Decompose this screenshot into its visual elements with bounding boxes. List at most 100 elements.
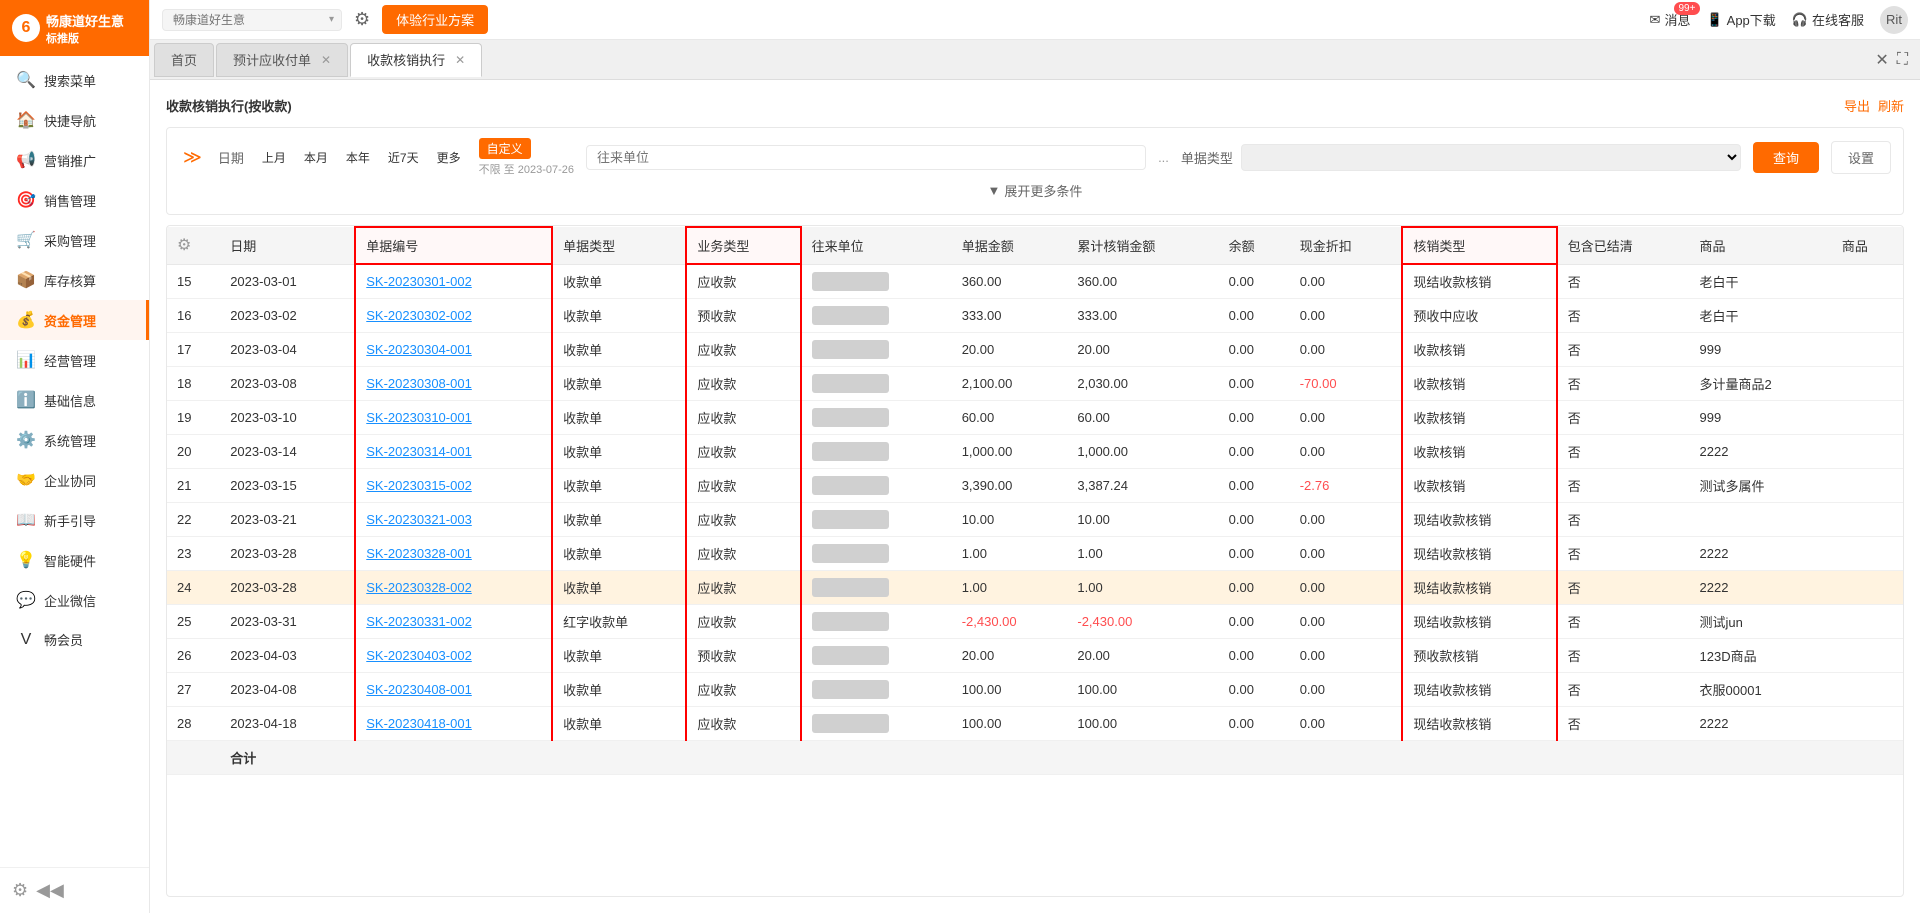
bill-code-link[interactable]: SK-20230403-002 bbox=[366, 648, 472, 663]
table-cell[interactable]: SK-20230321-003 bbox=[355, 503, 552, 537]
tab-close-btn[interactable]: ✕ bbox=[1875, 50, 1888, 70]
table-cell[interactable]: SK-20230328-001 bbox=[355, 537, 552, 571]
sidebar-item-basic[interactable]: ℹ️基础信息 bbox=[0, 380, 149, 420]
bill-code-link[interactable]: SK-20230331-002 bbox=[366, 614, 472, 629]
message-btn[interactable]: ✉ 消息 99+ bbox=[1650, 10, 1691, 29]
bill-code-link[interactable]: SK-20230328-002 bbox=[366, 580, 472, 595]
table-cell: 3,387.24 bbox=[1067, 469, 1218, 503]
table-cell: 收款单 bbox=[552, 503, 686, 537]
sidebar-item-member[interactable]: V畅会员 bbox=[0, 620, 149, 659]
query-btn[interactable]: 查询 bbox=[1753, 142, 1819, 173]
user-avatar[interactable]: Rit bbox=[1880, 6, 1908, 34]
bill-code-link[interactable]: SK-20230310-001 bbox=[366, 410, 472, 425]
tab-expand-btn[interactable]: ⛶ bbox=[1897, 51, 1908, 69]
table-cell: -2.76 bbox=[1290, 469, 1403, 503]
sidebar-item-label: 智能硬件 bbox=[44, 551, 96, 570]
tab-close-collection[interactable]: ✕ bbox=[455, 53, 465, 67]
refresh-btn[interactable]: 刷新 bbox=[1878, 96, 1904, 115]
table-cell[interactable]: SK-20230315-002 bbox=[355, 469, 552, 503]
table-cell[interactable]: SK-20230302-002 bbox=[355, 299, 552, 333]
bill-code-link[interactable]: SK-20230315-002 bbox=[366, 478, 472, 493]
sidebar-item-guide[interactable]: 📖新手引导 bbox=[0, 500, 149, 540]
table-cell[interactable]: SK-20230328-002 bbox=[355, 571, 552, 605]
solution-btn[interactable]: 体验行业方案 bbox=[382, 5, 488, 34]
sidebar-item-operation[interactable]: 📊经营管理 bbox=[0, 340, 149, 380]
table-cell[interactable]: SK-20230310-001 bbox=[355, 401, 552, 435]
table-cell[interactable]: SK-20230408-001 bbox=[355, 673, 552, 707]
tab-collection[interactable]: 收款核销执行✕ bbox=[350, 43, 482, 77]
sidebar-item-system[interactable]: ⚙️系统管理 bbox=[0, 420, 149, 460]
table-cell: 16 bbox=[167, 299, 220, 333]
bill-code-link[interactable]: SK-20230408-001 bbox=[366, 682, 472, 697]
table-cell[interactable]: SK-20230304-001 bbox=[355, 333, 552, 367]
filter-expand-icon[interactable]: ≫ bbox=[179, 147, 206, 168]
table-cell[interactable]: SK-20230308-001 bbox=[355, 367, 552, 401]
inventory-icon: 📦 bbox=[16, 270, 36, 290]
table-cell: 60.00 bbox=[952, 401, 1068, 435]
table-cell: 0.00 bbox=[1290, 707, 1403, 741]
bill-code-link[interactable]: SK-20230418-001 bbox=[366, 716, 472, 731]
expand-conditions-btn[interactable]: ▼ 展开更多条件 bbox=[988, 181, 1083, 200]
table-cell: 1.00 bbox=[1067, 537, 1218, 571]
table-cell: 2222 bbox=[1690, 537, 1832, 571]
table-cell[interactable]: SK-20230418-001 bbox=[355, 707, 552, 741]
footer-cell: 合计 bbox=[220, 741, 355, 775]
table-cell: 2023-04-08 bbox=[220, 673, 355, 707]
col-gear-icon[interactable]: ⚙ bbox=[177, 237, 191, 254]
table-cell: 2023-03-04 bbox=[220, 333, 355, 367]
sidebar-item-hardware[interactable]: 💡智能硬件 bbox=[0, 540, 149, 580]
table-cell: -70.00 bbox=[1290, 367, 1403, 401]
finance-icon: 💰 bbox=[16, 310, 36, 330]
table-cell: 2023-03-21 bbox=[220, 503, 355, 537]
app-download-btn[interactable]: 📱 App下载 bbox=[1706, 10, 1775, 29]
sidebar-item-corp[interactable]: 🤝企业协同 bbox=[0, 460, 149, 500]
table-cell[interactable]: SK-20230301-002 bbox=[355, 264, 552, 299]
date-custom-btn[interactable]: 自定义 bbox=[479, 138, 531, 159]
col-header-11: 包含已结清 bbox=[1557, 227, 1690, 264]
filter-setting-btn[interactable]: 设置 bbox=[1831, 141, 1891, 174]
bill-code-link[interactable]: SK-20230328-001 bbox=[366, 546, 472, 561]
sidebar-item-sales[interactable]: 🎯销售管理 bbox=[0, 180, 149, 220]
settings-icon[interactable]: ⚙ bbox=[12, 880, 28, 901]
table-cell: -2,430.00 bbox=[1067, 605, 1218, 639]
unit-input[interactable] bbox=[586, 145, 1146, 170]
blurred-unit: ████ bbox=[812, 612, 889, 631]
date-option-btn[interactable]: 近7天 bbox=[382, 147, 425, 168]
tab-close-preorder[interactable]: ✕ bbox=[321, 53, 331, 67]
footer-cell bbox=[1832, 741, 1903, 775]
date-option-btn[interactable]: 更多 bbox=[431, 147, 467, 168]
export-btn[interactable]: 导出 bbox=[1844, 96, 1870, 115]
date-option-btn[interactable]: 本月 bbox=[298, 147, 334, 168]
sidebar-item-marketing[interactable]: 📢营销推广 bbox=[0, 140, 149, 180]
sidebar-item-search[interactable]: 🔍搜索菜单 bbox=[0, 60, 149, 100]
bill-code-link[interactable]: SK-20230302-002 bbox=[366, 308, 472, 323]
bill-code-link[interactable]: SK-20230301-002 bbox=[366, 274, 472, 289]
settings-gear-icon[interactable]: ⚙ bbox=[350, 9, 374, 30]
table-cell: 应收款 bbox=[686, 435, 800, 469]
sidebar-item-wechat[interactable]: 💬企业微信 bbox=[0, 580, 149, 620]
sidebar-item-quicknav[interactable]: 🏠快捷导航 bbox=[0, 100, 149, 140]
sidebar-item-finance[interactable]: 💰资金管理 bbox=[0, 300, 149, 340]
bill-code-link[interactable]: SK-20230304-001 bbox=[366, 342, 472, 357]
table-cell: 预收款 bbox=[686, 299, 800, 333]
sidebar-item-purchase[interactable]: 🛒采购管理 bbox=[0, 220, 149, 260]
tab-preorder[interactable]: 预计应收付单✕ bbox=[216, 43, 348, 77]
table-cell: 2222 bbox=[1690, 571, 1832, 605]
table-cell[interactable]: SK-20230403-002 bbox=[355, 639, 552, 673]
table-cell[interactable]: SK-20230314-001 bbox=[355, 435, 552, 469]
collapse-icon[interactable]: ◀◀ bbox=[36, 880, 64, 901]
app-selector-input[interactable] bbox=[162, 9, 342, 31]
table-cell: ████ bbox=[801, 264, 952, 299]
online-service-btn[interactable]: 🎧 在线客服 bbox=[1792, 10, 1864, 29]
table-cell[interactable]: SK-20230331-002 bbox=[355, 605, 552, 639]
corp-icon: 🤝 bbox=[16, 470, 36, 490]
sidebar-item-inventory[interactable]: 📦库存核算 bbox=[0, 260, 149, 300]
table-cell: 否 bbox=[1557, 299, 1690, 333]
tab-home[interactable]: 首页 bbox=[154, 43, 214, 77]
date-option-btn[interactable]: 本年 bbox=[340, 147, 376, 168]
bill-code-link[interactable]: SK-20230314-001 bbox=[366, 444, 472, 459]
date-option-btn[interactable]: 上月 bbox=[256, 147, 292, 168]
type-select[interactable] bbox=[1241, 144, 1741, 171]
bill-code-link[interactable]: SK-20230321-003 bbox=[366, 512, 472, 527]
bill-code-link[interactable]: SK-20230308-001 bbox=[366, 376, 472, 391]
